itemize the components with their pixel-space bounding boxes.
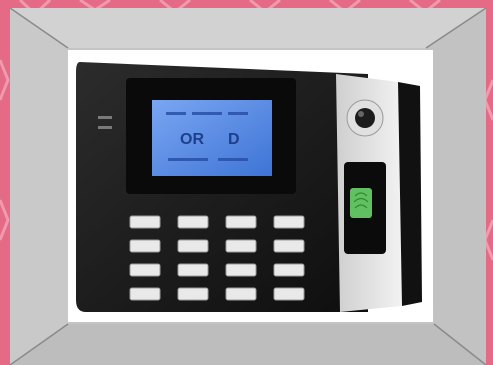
keypad-key: [273, 287, 305, 301]
attendance-terminal-illustration: OR D: [76, 62, 422, 312]
keypad-key: [225, 239, 257, 253]
keypad-key: [273, 239, 305, 253]
keypad-key: [129, 215, 161, 229]
lcd-screen: [152, 100, 272, 176]
keypad-key: [225, 263, 257, 277]
side-button: [98, 116, 112, 119]
keypad-key: [177, 239, 209, 253]
keypad-key: [129, 239, 161, 253]
device-right-edge: [398, 82, 422, 306]
keypad-key: [177, 287, 209, 301]
side-button: [98, 126, 112, 129]
device-photo: OR D: [68, 50, 433, 322]
keypad-key: [129, 263, 161, 277]
screen-text-left: OR: [180, 131, 204, 148]
screen-text-right: D: [228, 131, 240, 148]
keypad-key: [273, 263, 305, 277]
keypad-key: [177, 215, 209, 229]
keypad-key: [225, 287, 257, 301]
keypad-key: [273, 215, 305, 229]
camera-lens: [355, 108, 375, 128]
keypad-key: [177, 263, 209, 277]
keypad-key: [225, 215, 257, 229]
keypad-key: [129, 287, 161, 301]
